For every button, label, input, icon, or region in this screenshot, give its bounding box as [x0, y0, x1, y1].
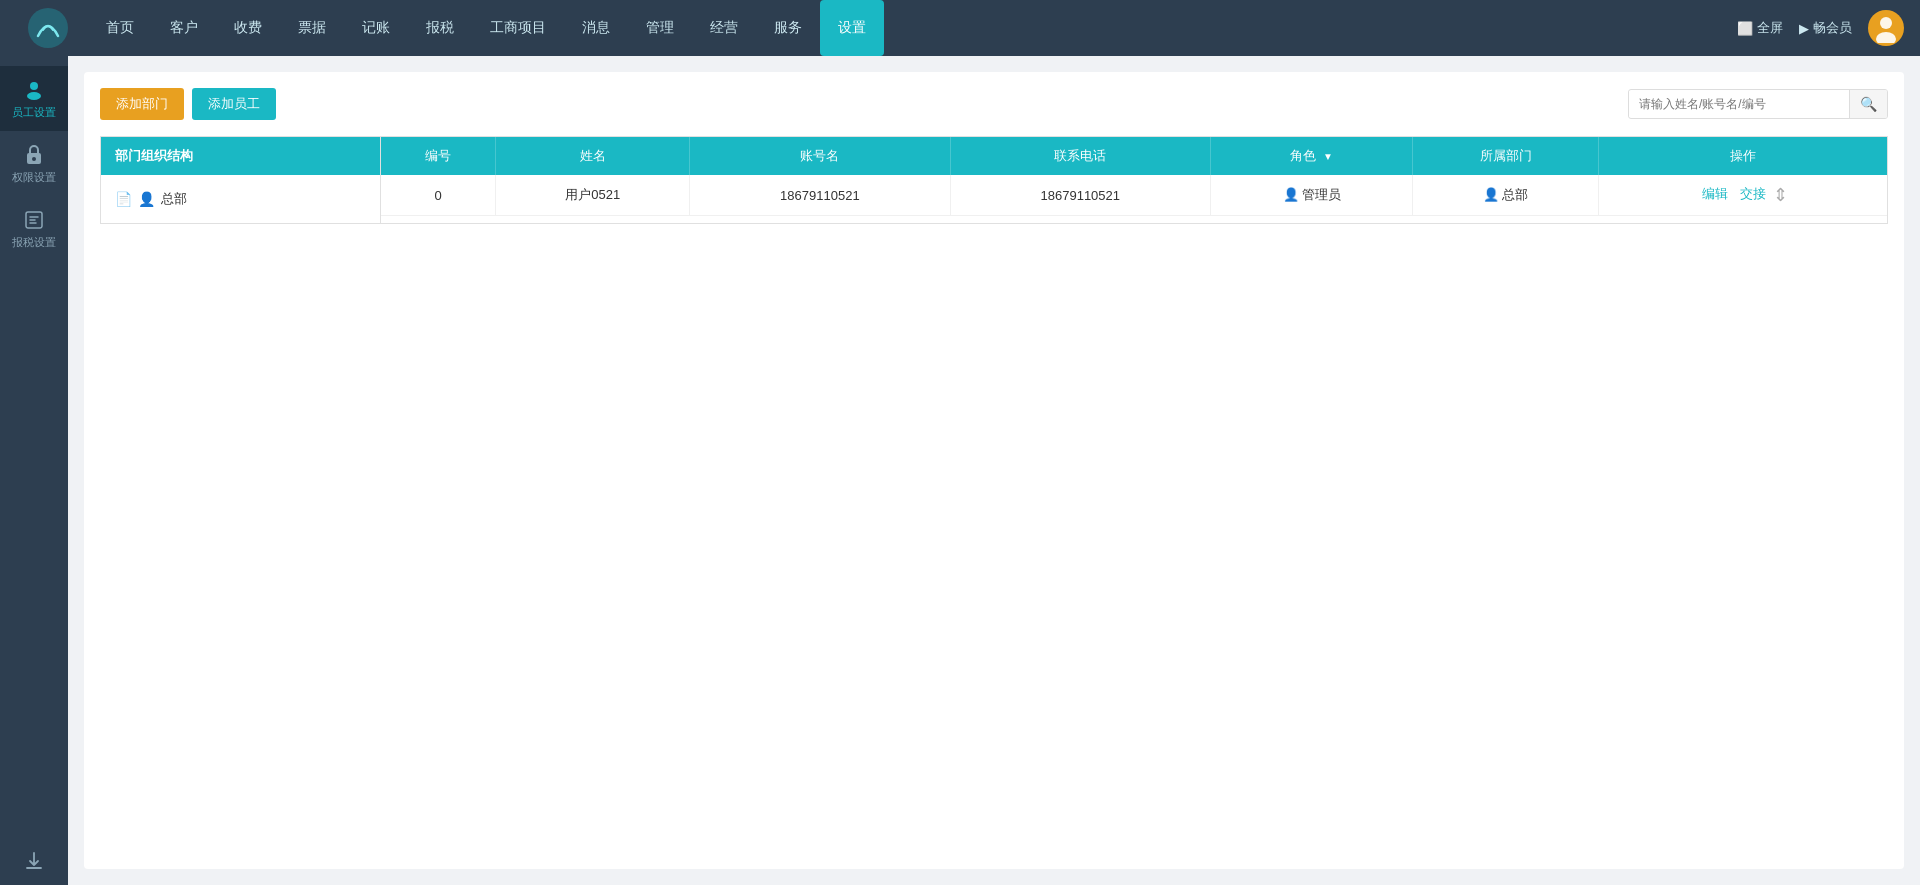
- sidebar-item-tax[interactable]: 报税设置: [0, 196, 68, 261]
- sidebar-permissions-label: 权限设置: [12, 171, 56, 184]
- avatar[interactable]: [1868, 10, 1904, 46]
- content-area: 添加部门 添加员工 🔍 部门组织结构: [68, 56, 1920, 885]
- sidebar-item-download[interactable]: [0, 837, 68, 885]
- cell-actions: 编辑 交接 ⇕: [1599, 175, 1887, 216]
- nav-item-管理[interactable]: 管理: [628, 0, 692, 56]
- nav-item-经营[interactable]: 经营: [692, 0, 756, 56]
- fullscreen-label: 全屏: [1757, 19, 1783, 37]
- scroll-ctrl[interactable]: ⇕: [1773, 185, 1788, 205]
- nav-item-收费[interactable]: 收费: [216, 0, 280, 56]
- dept-name: 总部: [161, 190, 187, 208]
- vip-icon: ▶: [1799, 21, 1809, 36]
- col-name: 姓名: [496, 137, 690, 175]
- col-actions: 操作: [1599, 137, 1887, 175]
- svg-point-0: [28, 8, 68, 48]
- col-account: 账号名: [690, 137, 950, 175]
- add-dept-button[interactable]: 添加部门: [100, 88, 184, 120]
- svg-point-4: [27, 92, 41, 100]
- nav-item-票据[interactable]: 票据: [280, 0, 344, 56]
- tax-icon: [22, 208, 46, 232]
- toolbar: 添加部门 添加员工 🔍: [100, 88, 1888, 120]
- cell-name: 用户0521: [496, 175, 690, 216]
- cell-dept: 👤总部: [1413, 175, 1599, 216]
- cell-phone: 18679110521: [950, 175, 1210, 216]
- add-emp-button[interactable]: 添加员工: [192, 88, 276, 120]
- download-icon: [22, 849, 46, 873]
- nav-item-客户[interactable]: 客户: [152, 0, 216, 56]
- table-body: 0 用户0521 18679110521 18679110521 👤管理员 👤总…: [381, 175, 1887, 216]
- action-交接[interactable]: 交接: [1740, 186, 1766, 201]
- emp-table: 编号 姓名 账号名 联系电话 角色 ▼ 所属部门 操作 0 用户0521: [381, 137, 1887, 223]
- nav-item-消息[interactable]: 消息: [564, 0, 628, 56]
- search-input[interactable]: [1629, 91, 1849, 117]
- nav-item-首页[interactable]: 首页: [88, 0, 152, 56]
- vip-label: 畅会员: [1813, 19, 1852, 37]
- col-dept: 所属部门: [1413, 137, 1599, 175]
- nav-item-设置[interactable]: 设置: [820, 0, 884, 56]
- file-icon: 📄: [115, 191, 132, 207]
- action-编辑[interactable]: 编辑: [1702, 186, 1728, 201]
- sidebar-item-employee[interactable]: 员工设置: [0, 66, 68, 131]
- nav-item-报税[interactable]: 报税: [408, 0, 472, 56]
- table-row: 0 用户0521 18679110521 18679110521 👤管理员 👤总…: [381, 175, 1887, 216]
- role-icon: 👤: [1283, 187, 1299, 202]
- svg-point-2: [1876, 32, 1896, 43]
- nav-right: ⬜ 全屏 ▶ 畅会员: [1737, 10, 1904, 46]
- table-header: 编号 姓名 账号名 联系电话 角色 ▼ 所属部门 操作: [381, 137, 1887, 175]
- dept-tree-title: 部门组织结构: [115, 148, 193, 163]
- table-layout: 部门组织结构 📄 👤 总部: [100, 136, 1888, 224]
- search-button[interactable]: 🔍: [1849, 90, 1887, 118]
- dept-tree: 部门组织结构 📄 👤 总部: [101, 137, 381, 223]
- sidebar-bottom: [0, 837, 68, 885]
- filter-icon: ▼: [1323, 151, 1333, 162]
- person-icon: [22, 78, 46, 102]
- sidebar-item-permissions[interactable]: 权限设置: [0, 131, 68, 196]
- top-navigation: 首页客户收费票据记账报税工商项目消息管理经营服务设置 ⬜ 全屏 ▶ 畅会员: [0, 0, 1920, 56]
- dept-tree-item[interactable]: 📄 👤 总部: [101, 183, 380, 215]
- search-icon: 🔍: [1860, 96, 1877, 112]
- col-id: 编号: [381, 137, 496, 175]
- main-layout: 员工设置 权限设置 报税设置: [0, 56, 1920, 885]
- nav-item-记账[interactable]: 记账: [344, 0, 408, 56]
- dept-user-icon: 👤: [138, 191, 155, 207]
- col-phone: 联系电话: [950, 137, 1210, 175]
- content-inner: 添加部门 添加员工 🔍 部门组织结构: [84, 72, 1904, 869]
- sidebar-tax-label: 报税设置: [12, 236, 56, 249]
- nav-item-服务[interactable]: 服务: [756, 0, 820, 56]
- cell-id: 0: [381, 175, 496, 216]
- cell-role: 👤管理员: [1210, 175, 1412, 216]
- vip-btn[interactable]: ▶ 畅会员: [1799, 19, 1852, 37]
- lock-icon: [22, 143, 46, 167]
- svg-point-6: [32, 157, 36, 161]
- cell-account: 18679110521: [690, 175, 950, 216]
- col-role: 角色 ▼: [1210, 137, 1412, 175]
- svg-point-1: [1880, 17, 1892, 29]
- dept-tree-header: 部门组织结构: [101, 137, 380, 175]
- fullscreen-icon: ⬜: [1737, 21, 1753, 36]
- search-box: 🔍: [1628, 89, 1888, 119]
- svg-point-3: [30, 82, 38, 90]
- logo: [16, 8, 80, 48]
- sidebar-employee-label: 员工设置: [12, 106, 56, 119]
- fullscreen-btn[interactable]: ⬜ 全屏: [1737, 19, 1783, 37]
- dept-icon: 👤: [1483, 187, 1499, 202]
- nav-item-工商项目[interactable]: 工商项目: [472, 0, 564, 56]
- dept-tree-body: 📄 👤 总部: [101, 175, 380, 223]
- sidebar: 员工设置 权限设置 报税设置: [0, 56, 68, 885]
- nav-menu: 首页客户收费票据记账报税工商项目消息管理经营服务设置: [88, 0, 1737, 56]
